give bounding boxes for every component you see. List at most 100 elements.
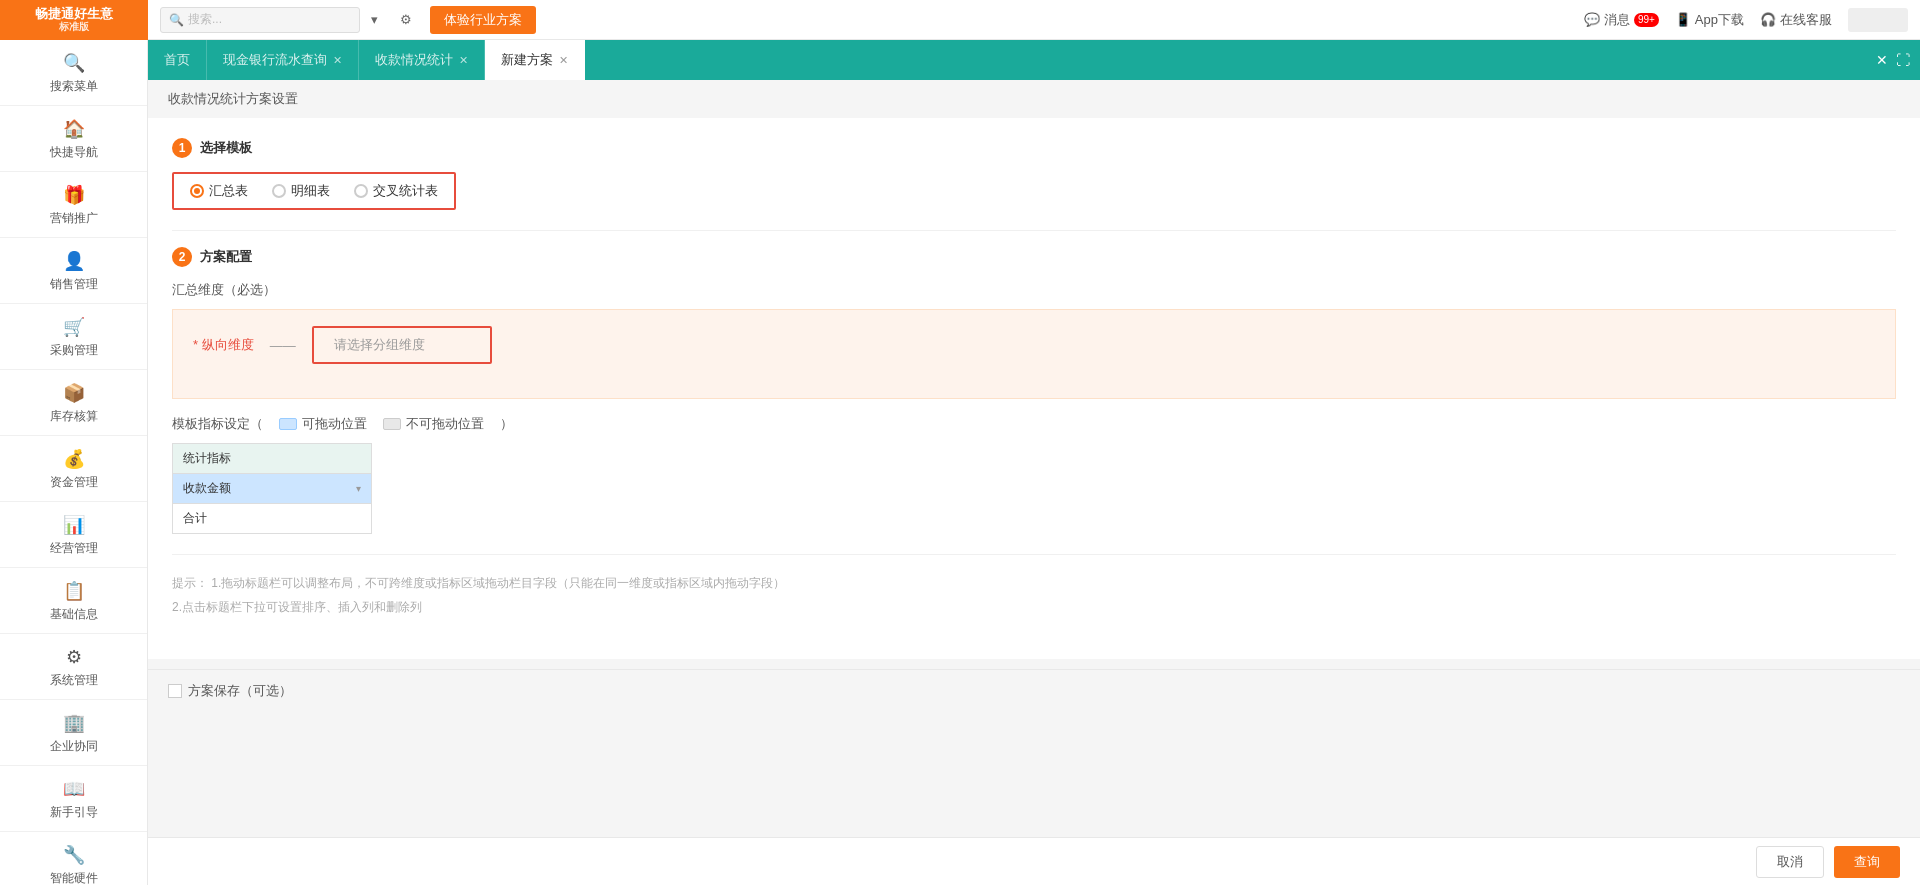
sidebar-label-finance: 资金管理 — [50, 474, 98, 491]
finance-icon: 💰 — [63, 448, 85, 470]
sidebar-item-basic-info[interactable]: 📋 基础信息 — [0, 568, 147, 634]
search-placeholder: 搜索... — [188, 11, 222, 28]
sidebar-label-quick-nav: 快捷导航 — [50, 144, 98, 161]
tab-new-plan-label: 新建方案 — [501, 51, 553, 69]
tab-stats[interactable]: 收款情况统计 ✕ — [359, 40, 485, 80]
dimension-area: 纵向维度 —— 请选择分组维度 — [172, 309, 1896, 399]
brand-name: 畅捷通好生意 — [35, 6, 113, 22]
messages-label: 消息 — [1604, 11, 1630, 29]
sidebar: 🔍 搜索菜单 🏠 快捷导航 🎁 营销推广 👤 销售管理 🛒 采购管理 📦 库存核… — [0, 40, 148, 885]
stats-row-total: 合计 — [173, 504, 371, 533]
dimension-placeholder-text: 请选择分组维度 — [334, 337, 425, 352]
sidebar-item-quick-nav[interactable]: 🏠 快捷导航 — [0, 106, 147, 172]
indicator-title-text: 模板指标设定（ — [172, 415, 263, 433]
radio-summary-label: 汇总表 — [209, 182, 248, 200]
tab-cashflow[interactable]: 现金银行流水查询 ✕ — [207, 40, 359, 80]
purchase-icon: 🛒 — [63, 316, 85, 338]
brand-version: 标准版 — [59, 21, 89, 33]
sidebar-item-finance[interactable]: 💰 资金管理 — [0, 436, 147, 502]
message-badge: 99+ — [1634, 13, 1659, 27]
download-label: App下载 — [1695, 11, 1744, 29]
stats-cell-payment[interactable]: 收款金额 ▾ — [173, 474, 371, 504]
legend-blue-box — [279, 418, 297, 430]
guide-icon: 📖 — [63, 778, 85, 800]
step2-badge: 2 — [172, 247, 192, 267]
save-checkbox[interactable] — [168, 684, 182, 698]
app-download-btn[interactable]: 📱 App下载 — [1675, 11, 1744, 29]
sidebar-item-guide[interactable]: 📖 新手引导 — [0, 766, 147, 832]
stats-total-label: 合计 — [183, 511, 207, 525]
topbar: 畅捷通好生意 标准版 🔍 搜索... ▾ ⚙ 体验行业方案 💬 消息 99+ 📱… — [0, 0, 1920, 40]
tab-stats-close[interactable]: ✕ — [459, 54, 468, 67]
sidebar-item-marketing[interactable]: 🎁 营销推广 — [0, 172, 147, 238]
sidebar-label-operation: 经营管理 — [50, 540, 98, 557]
dimension-section: 汇总维度（必选） 纵向维度 —— 请选择分组维度 — [172, 281, 1896, 399]
radio-detail-label: 明细表 — [291, 182, 330, 200]
tab-home[interactable]: 首页 — [148, 40, 207, 80]
content-area: 首页 现金银行流水查询 ✕ 收款情况统计 ✕ 新建方案 ✕ ✕ ⛶ — [148, 40, 1920, 885]
support-btn[interactable]: 🎧 在线客服 — [1760, 11, 1832, 29]
sales-icon: 👤 — [63, 250, 85, 272]
save-section: 方案保存（可选） — [148, 669, 1920, 712]
tab-stats-label: 收款情况统计 — [375, 51, 453, 69]
step1-title: 选择模板 — [200, 139, 252, 157]
sidebar-item-system[interactable]: ⚙ 系统管理 — [0, 634, 147, 700]
dimension-placeholder[interactable]: 请选择分组维度 — [312, 326, 492, 364]
step2-title: 方案配置 — [200, 248, 252, 266]
main-container: 🔍 搜索菜单 🏠 快捷导航 🎁 营销推广 👤 销售管理 🛒 采购管理 📦 库存核… — [0, 40, 1920, 885]
radio-cross-label: 交叉统计表 — [373, 182, 438, 200]
legend-fixed-label: 不可拖动位置 — [406, 415, 484, 433]
settings-icon[interactable]: ⚙ — [392, 6, 420, 34]
support-label: 在线客服 — [1780, 11, 1832, 29]
form-container: 1 选择模板 汇总表 明细表 — [148, 118, 1920, 659]
topbar-right: 💬 消息 99+ 📱 App下载 🎧 在线客服 — [1584, 8, 1908, 32]
radio-summary[interactable]: 汇总表 — [190, 182, 248, 200]
save-label: 方案保存（可选） — [188, 682, 292, 700]
tips-line2: 2.点击标题栏下拉可设置排序、插入列和删除列 — [172, 595, 1896, 619]
sidebar-label-system: 系统管理 — [50, 672, 98, 689]
sidebar-item-hardware[interactable]: 🔧 智能硬件 — [0, 832, 147, 885]
download-icon: 📱 — [1675, 12, 1691, 27]
radio-detail[interactable]: 明细表 — [272, 182, 330, 200]
radio-cross[interactable]: 交叉统计表 — [354, 182, 438, 200]
sidebar-item-operation[interactable]: 📊 经营管理 — [0, 502, 147, 568]
close-all-icon[interactable]: ✕ — [1876, 52, 1888, 68]
vertical-dimension-row: 纵向维度 —— 请选择分组维度 — [193, 326, 1875, 364]
tips-section: 提示： 1.拖动标题栏可以调整布局，不可跨维度或指标区域拖动栏目字段（只能在同一… — [172, 554, 1896, 619]
tab-cashflow-close[interactable]: ✕ — [333, 54, 342, 67]
sidebar-item-purchase[interactable]: 🛒 采购管理 — [0, 304, 147, 370]
step-divider — [172, 230, 1896, 231]
tab-new-plan-close[interactable]: ✕ — [559, 54, 568, 67]
industry-btn[interactable]: 体验行业方案 — [430, 6, 536, 34]
legend-draggable-label: 可拖动位置 — [302, 415, 367, 433]
indicator-section: 模板指标设定（ 可拖动位置 不可拖动位置 ） — [172, 415, 1896, 534]
radio-summary-dot — [190, 184, 204, 198]
sidebar-label-sales: 销售管理 — [50, 276, 98, 293]
legend-gray-box — [383, 418, 401, 430]
step1-header: 1 选择模板 — [172, 138, 1896, 158]
breadcrumb: 收款情况统计方案设置 — [148, 80, 1920, 118]
expand-icon[interactable]: ⛶ — [1896, 52, 1910, 68]
sidebar-item-collab[interactable]: 🏢 企业协同 — [0, 700, 147, 766]
collab-icon: 🏢 — [63, 712, 85, 734]
sidebar-item-inventory[interactable]: 📦 库存核算 — [0, 370, 147, 436]
arrow-icon: —— — [270, 338, 296, 353]
page-content: 收款情况统计方案设置 1 选择模板 汇总表 — [148, 80, 1920, 837]
sidebar-item-sales[interactable]: 👤 销售管理 — [0, 238, 147, 304]
quick-nav-icon: 🏠 — [63, 118, 85, 140]
query-button[interactable]: 查询 — [1834, 846, 1900, 878]
sidebar-label-hardware: 智能硬件 — [50, 870, 98, 885]
step2-header: 2 方案配置 — [172, 247, 1896, 267]
search-bar[interactable]: 🔍 搜索... — [160, 7, 360, 33]
brand-logo: 畅捷通好生意 标准版 — [0, 0, 148, 40]
cancel-button[interactable]: 取消 — [1756, 846, 1824, 878]
tab-cashflow-label: 现金银行流水查询 — [223, 51, 327, 69]
dropdown-arrow[interactable]: ▾ — [364, 10, 384, 30]
tab-new-plan[interactable]: 新建方案 ✕ — [485, 40, 585, 80]
sidebar-item-search-menu[interactable]: 🔍 搜索菜单 — [0, 40, 147, 106]
user-avatar[interactable] — [1848, 8, 1908, 32]
legend-draggable: 可拖动位置 — [279, 415, 367, 433]
indicator-title-end: ） — [500, 415, 513, 433]
basic-info-icon: 📋 — [63, 580, 85, 602]
messages-btn[interactable]: 💬 消息 99+ — [1584, 11, 1659, 29]
